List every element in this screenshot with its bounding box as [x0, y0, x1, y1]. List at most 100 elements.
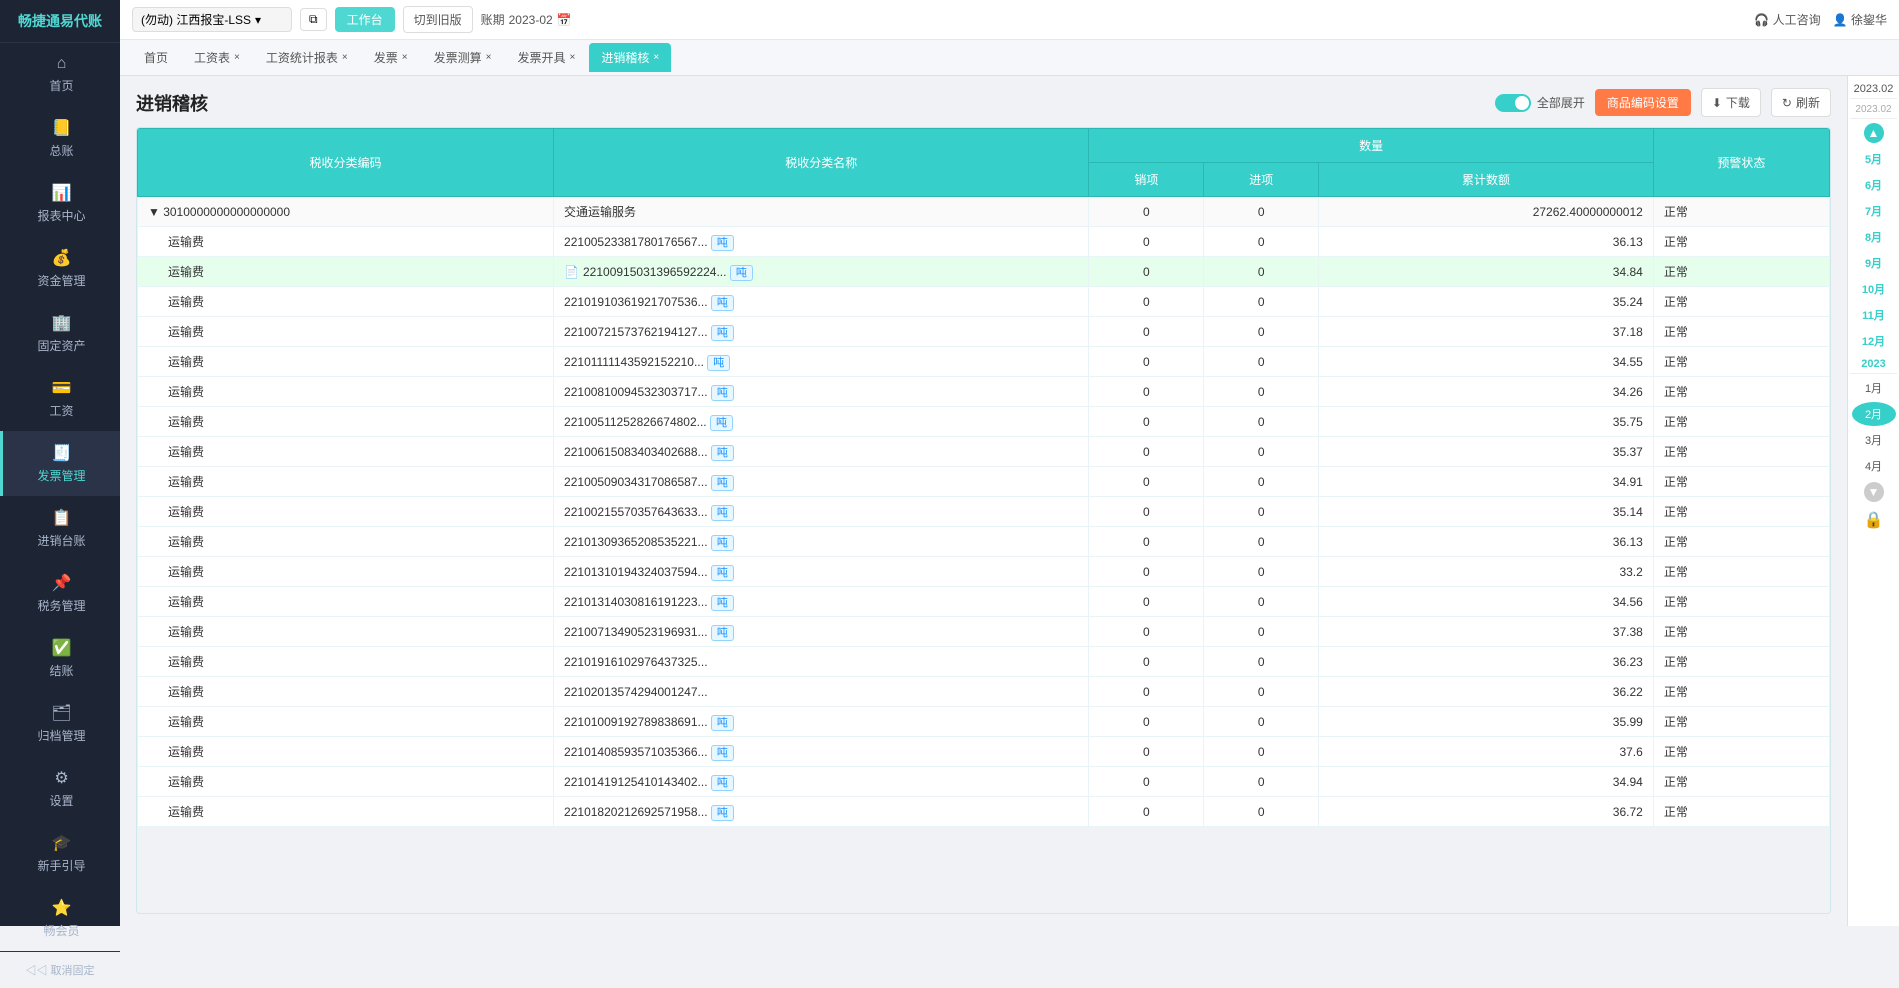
- company-selector[interactable]: (勿动) 江西报宝-LSS ▾: [132, 7, 292, 32]
- tab-invoice-open[interactable]: 发票开具 ×: [505, 43, 587, 72]
- toggle-switch[interactable]: [1495, 94, 1531, 112]
- cal-month-5[interactable]: 5月: [1852, 147, 1896, 171]
- tab-salary-table[interactable]: 工资表 ×: [182, 43, 252, 72]
- cal-month-4[interactable]: 4月: [1852, 454, 1896, 478]
- tab-home[interactable]: 首页: [132, 43, 180, 72]
- table-row[interactable]: 运输费 22102013574294001247... 0 0 36.22 正常: [138, 677, 1830, 707]
- table-row[interactable]: 运输费 📄22100915031396592224... 吨 0 0 34.84…: [138, 257, 1830, 287]
- tab-close-icon[interactable]: ×: [653, 52, 659, 63]
- cell-purchase: 0: [1204, 197, 1319, 227]
- table-row[interactable]: ▼ 3010000000000000000 交通运输服务 0 0 27262.4…: [138, 197, 1830, 227]
- table-row[interactable]: 运输费 22100523381780176567... 吨 0 0 36.13 …: [138, 227, 1830, 257]
- tab-close-icon[interactable]: ×: [486, 52, 492, 63]
- table-row[interactable]: 运输费 22100215570357643633... 吨 0 0 35.14 …: [138, 497, 1830, 527]
- tab-close-icon[interactable]: ×: [402, 52, 408, 63]
- cal-expand-up[interactable]: ▲: [1864, 123, 1884, 143]
- cal-expand-down[interactable]: ▼: [1864, 482, 1884, 502]
- cell-purchase: 0: [1204, 707, 1319, 737]
- cell-name: 运输费: [138, 257, 554, 287]
- table-row[interactable]: 运输费 22101916102976437325... 0 0 36.23 正常: [138, 647, 1830, 677]
- table-row[interactable]: 运输费 22101820212692571958... 吨 0 0 36.72 …: [138, 797, 1830, 827]
- settings-btn[interactable]: 商品编码设置: [1595, 89, 1691, 116]
- table-row[interactable]: 运输费 22101408593571035366... 吨 0 0 37.6 正…: [138, 737, 1830, 767]
- cell-status: 正常: [1653, 347, 1829, 377]
- cell-sale: 0: [1089, 377, 1204, 407]
- cell-status: 正常: [1653, 587, 1829, 617]
- cell-tax-code-short: 22100511252826674802... 吨: [554, 407, 1089, 437]
- unpin-button[interactable]: ◁◁ 取消固定: [0, 951, 120, 988]
- tab-sales-check[interactable]: 进销稽核 ×: [589, 43, 671, 72]
- period-label: 账期: [481, 11, 505, 28]
- table-row[interactable]: 运输费 22100615083403402688... 吨 0 0 35.37 …: [138, 437, 1830, 467]
- cell-cumulative: 34.56: [1319, 587, 1654, 617]
- table-row[interactable]: 运输费 22101419125410143402... 吨 0 0 34.94 …: [138, 767, 1830, 797]
- table-row[interactable]: 运输费 22100511252826674802... 吨 0 0 35.75 …: [138, 407, 1830, 437]
- table-row[interactable]: 运输费 22100509034317086587... 吨 0 0 34.91 …: [138, 467, 1830, 497]
- sidebar-item-settle[interactable]: ✅ 结账: [0, 626, 120, 691]
- unit-tag: 吨: [710, 415, 733, 431]
- sidebar-item-archive[interactable]: 🗂 归档管理: [0, 691, 120, 756]
- sidebar-item-tax[interactable]: 📌 税务管理: [0, 561, 120, 626]
- cal-month-3[interactable]: 3月: [1852, 428, 1896, 452]
- cell-purchase: 0: [1204, 677, 1319, 707]
- tab-invoice[interactable]: 发票 ×: [362, 43, 420, 72]
- cell-purchase: 0: [1204, 347, 1319, 377]
- tab-invoice-calc[interactable]: 发票测算 ×: [422, 43, 504, 72]
- cal-month-7[interactable]: 7月: [1852, 199, 1896, 223]
- download-label: 下载: [1726, 94, 1750, 111]
- download-btn[interactable]: ⬇ 下载: [1701, 88, 1761, 117]
- cell-sale: 0: [1089, 767, 1204, 797]
- cal-month-2[interactable]: 2月: [1852, 402, 1896, 426]
- cal-month-1[interactable]: 1月: [1852, 376, 1896, 400]
- table-row[interactable]: 运输费 22101910361921707536... 吨 0 0 35.24 …: [138, 287, 1830, 317]
- tab-label: 发票开具: [517, 49, 565, 66]
- sidebar-item-capital[interactable]: 💰 资金管理: [0, 236, 120, 301]
- sidebar-item-invoice[interactable]: 🧾 发票管理: [0, 431, 120, 496]
- sidebar-item-settings[interactable]: ⚙ 设置: [0, 756, 120, 821]
- cell-tax-code-short: 22101419125410143402... 吨: [554, 767, 1089, 797]
- tab-close-icon[interactable]: ×: [569, 52, 575, 63]
- tab-label: 进销稽核: [601, 49, 649, 66]
- expand-toggle[interactable]: 全部展开: [1495, 94, 1585, 112]
- table-row[interactable]: 运输费 22101309365208535221... 吨 0 0 36.13 …: [138, 527, 1830, 557]
- sidebar-item-home[interactable]: ⌂ 首页: [0, 43, 120, 106]
- tab-close-icon[interactable]: ×: [234, 52, 240, 63]
- table-row[interactable]: 运输费 22101009192789838691... 吨 0 0 35.99 …: [138, 707, 1830, 737]
- sidebar-item-member[interactable]: ⭐ 畅会员: [0, 886, 120, 951]
- cal-month-10[interactable]: 10月: [1852, 277, 1896, 301]
- tab-label: 工资统计报表: [266, 49, 338, 66]
- cell-tax-code-short: 22102013574294001247...: [554, 677, 1089, 707]
- unit-tag: 吨: [711, 595, 734, 611]
- table-row[interactable]: 运输费 22100810094532303717... 吨 0 0 34.26 …: [138, 377, 1830, 407]
- sidebar-item-reports[interactable]: 📊 报表中心: [0, 171, 120, 236]
- sidebar-item-guide[interactable]: 🎓 新手引导: [0, 821, 120, 886]
- table-row[interactable]: 运输费 22101111143592152210... 吨 0 0 34.55 …: [138, 347, 1830, 377]
- cal-month-9[interactable]: 9月: [1852, 251, 1896, 275]
- sidebar-item-sales[interactable]: 📋 进销台账: [0, 496, 120, 561]
- cell-cumulative: 36.13: [1319, 227, 1654, 257]
- calendar-icon[interactable]: 📅: [557, 13, 572, 27]
- copy-button[interactable]: ⧉: [300, 8, 327, 31]
- cal-month-6[interactable]: 6月: [1852, 173, 1896, 197]
- table-row[interactable]: 运输费 22100721573762194127... 吨 0 0 37.18 …: [138, 317, 1830, 347]
- table-row[interactable]: 运输费 22101314030816191223... 吨 0 0 34.56 …: [138, 587, 1830, 617]
- table-row[interactable]: 运输费 22101310194324037594... 吨 0 0 33.2 正…: [138, 557, 1830, 587]
- sidebar-item-assets[interactable]: 🏢 固定资产: [0, 301, 120, 366]
- support-button[interactable]: 🎧 人工咨询: [1754, 11, 1820, 28]
- tab-salary-stats[interactable]: 工资统计报表 ×: [254, 43, 360, 72]
- cell-sale: 0: [1089, 317, 1204, 347]
- cal-month-8[interactable]: 8月: [1852, 225, 1896, 249]
- refresh-btn[interactable]: ↻ 刷新: [1771, 88, 1831, 117]
- tab-close-icon[interactable]: ×: [342, 52, 348, 63]
- cell-purchase: 0: [1204, 377, 1319, 407]
- sidebar-item-salary[interactable]: 💳 工资: [0, 366, 120, 431]
- table-row[interactable]: 运输费 22100713490523196931... 吨 0 0 37.38 …: [138, 617, 1830, 647]
- cell-sale: 0: [1089, 257, 1204, 287]
- user-info[interactable]: 👤 徐鋆华: [1833, 11, 1887, 28]
- sidebar-item-ledger[interactable]: 📒 总账: [0, 106, 120, 171]
- cal-month-11[interactable]: 11月: [1852, 303, 1896, 327]
- unit-tag: 吨: [711, 505, 734, 521]
- cal-month-12[interactable]: 12月: [1852, 329, 1896, 353]
- switch-old-button[interactable]: 切到旧版: [403, 6, 473, 33]
- workbench-button[interactable]: 工作台: [335, 7, 395, 32]
